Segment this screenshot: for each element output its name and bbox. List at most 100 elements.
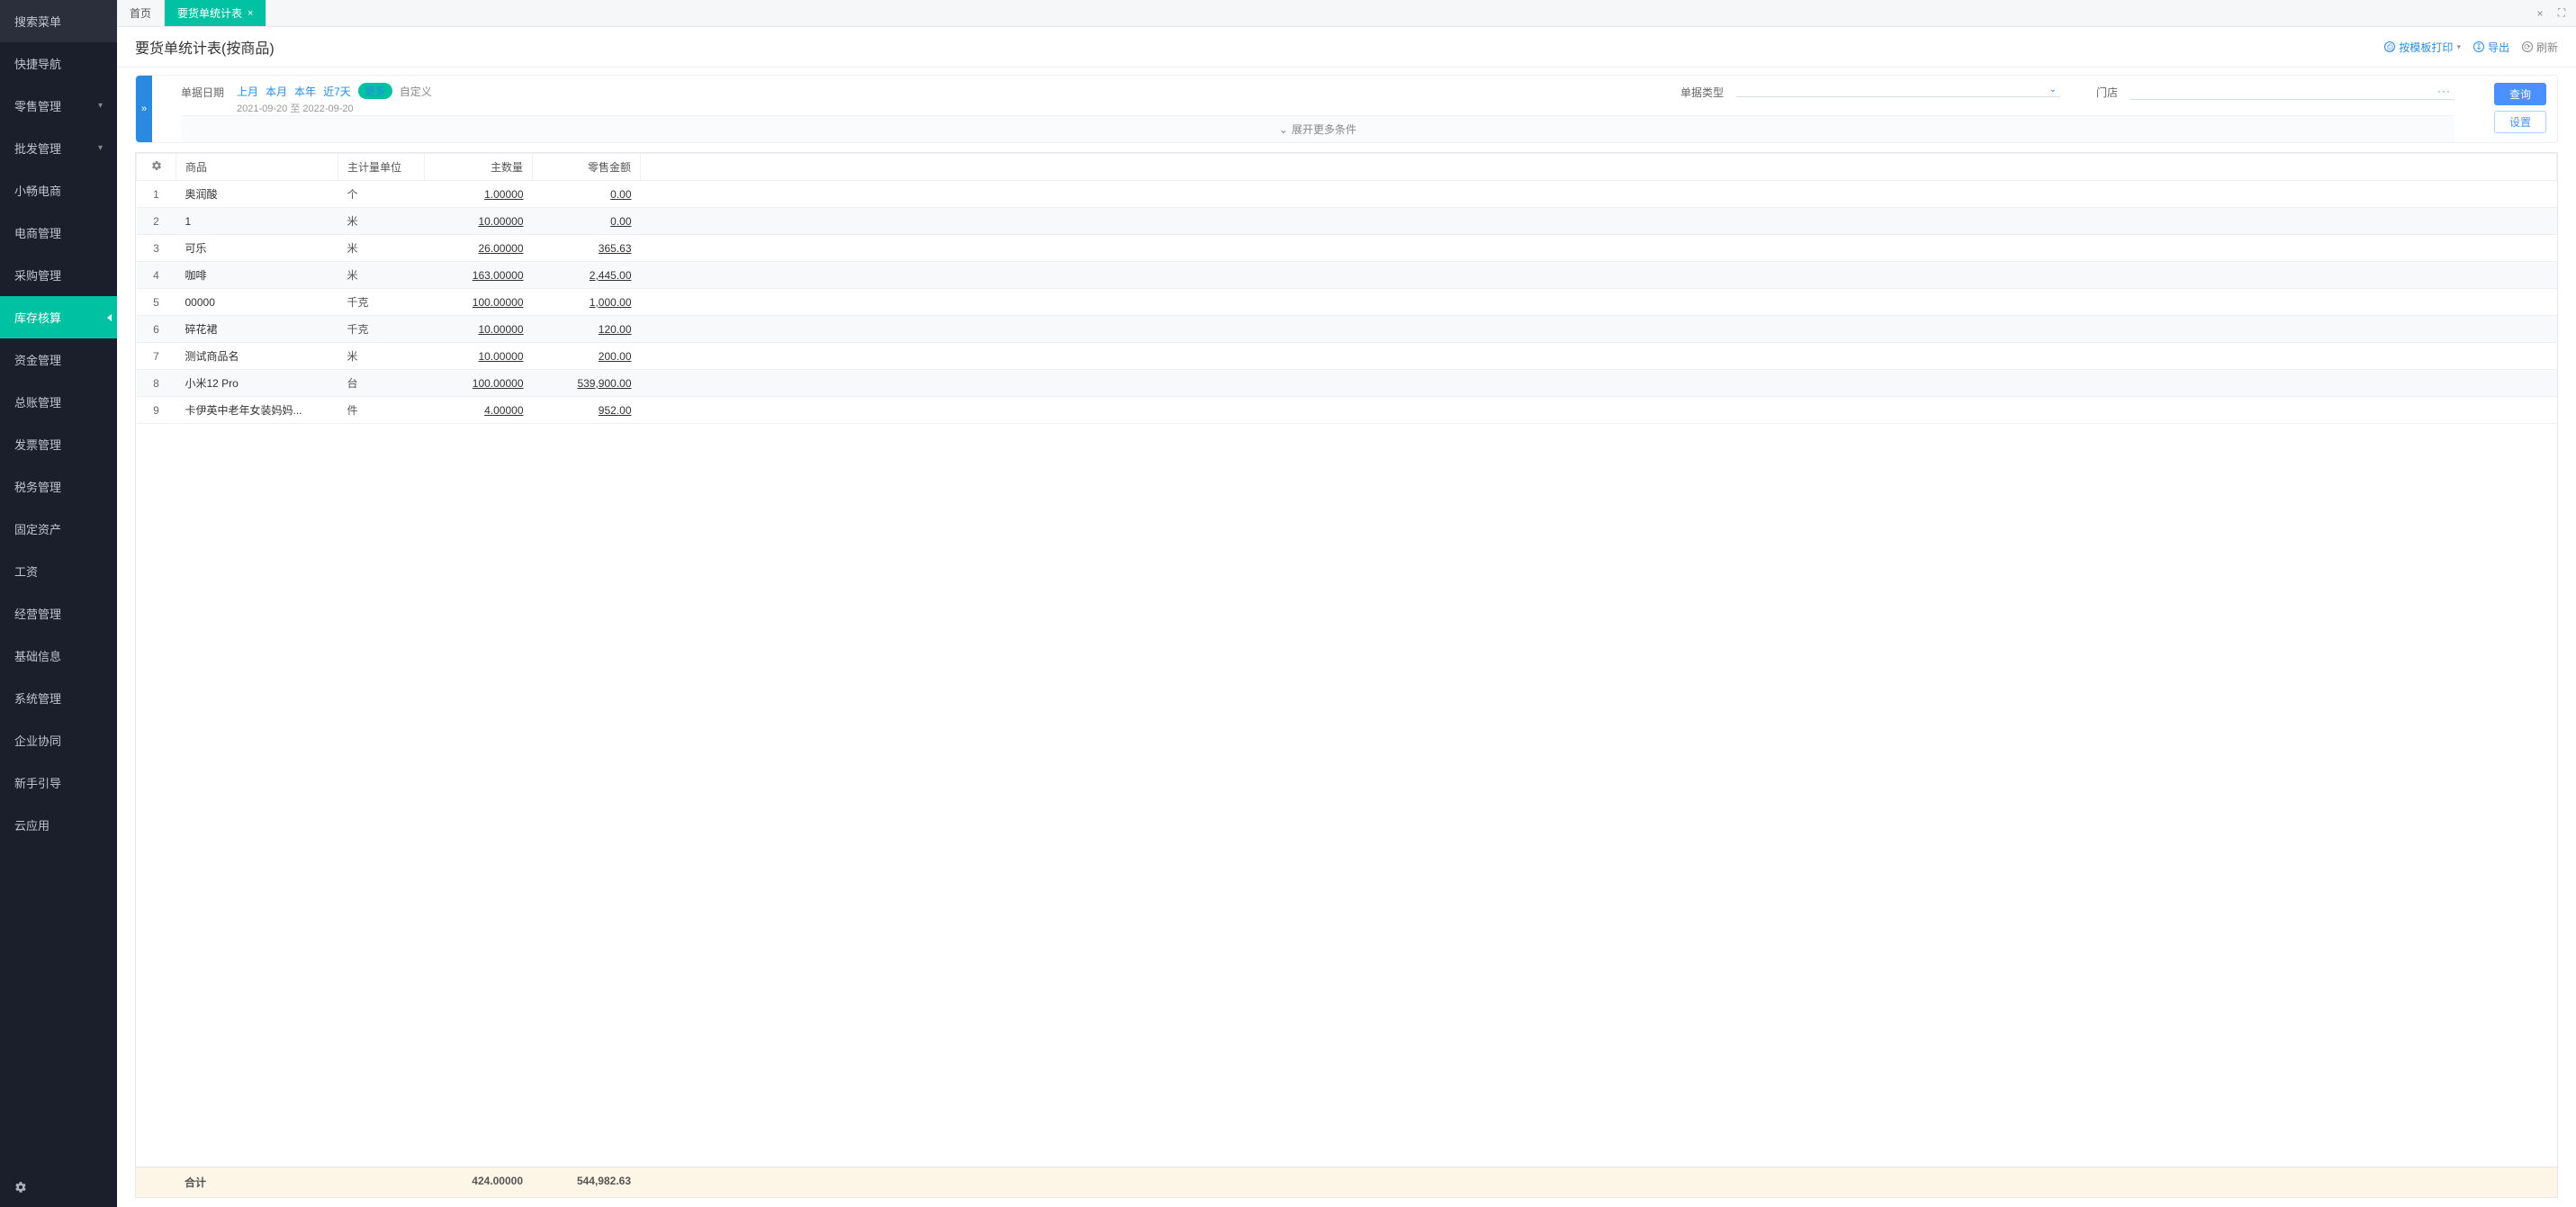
app-root: 搜索菜单快捷导航零售管理▾批发管理▾ 小畅电商电商管理采购管理库存核算资金管理总账… — [0, 0, 2576, 1207]
table-row[interactable]: 7测试商品名米10.00000200.00 — [137, 343, 2557, 370]
cell-qty[interactable]: 1.00000 — [425, 181, 533, 208]
cell-amount[interactable]: 1,000.00 — [533, 289, 641, 316]
cell-qty[interactable]: 26.00000 — [425, 235, 533, 262]
chevron-down-icon: ▾ — [98, 101, 103, 111]
sidebar-item-14[interactable]: 经营管理 — [0, 592, 117, 635]
sidebar-item-10[interactable]: 发票管理 — [0, 423, 117, 465]
sidebar-item-0[interactable]: 搜索菜单 — [0, 0, 117, 42]
export-label: 导出 — [2488, 40, 2509, 55]
sidebar-item-label: 小畅电商 — [14, 182, 61, 199]
cell-qty[interactable]: 10.00000 — [425, 208, 533, 235]
filter-type-label: 单据类型 — [1680, 83, 1724, 100]
filter-store-select[interactable]: ··· — [2130, 83, 2454, 100]
sidebar-item-label: 总账管理 — [14, 393, 61, 410]
cell-amount[interactable]: 200.00 — [533, 343, 641, 370]
tab-active[interactable]: 要货单统计表 × — [165, 0, 266, 26]
cell-product: 可乐 — [176, 235, 338, 262]
th-amount[interactable]: 零售金额 — [533, 154, 641, 181]
sidebar-item-7[interactable]: 库存核算 — [0, 296, 117, 338]
filter-type-select[interactable]: ⌄ — [1736, 83, 2060, 97]
filter-collapse-toggle[interactable]: » — [136, 76, 152, 142]
cell-amount[interactable]: 0.00 — [533, 181, 641, 208]
table-settings-header[interactable] — [137, 154, 176, 181]
sidebar-item-11[interactable]: 税务管理 — [0, 465, 117, 508]
cell-amount[interactable]: 539,900.00 — [533, 370, 641, 397]
table-wrap: 商品 主计量单位 主数量 零售金额 1奥润酸个1.000000.0021米10.… — [117, 143, 2576, 1207]
date-more-badge[interactable]: 更多 — [358, 83, 392, 99]
print-icon: ⎙ — [2384, 41, 2395, 52]
sidebar-item-15[interactable]: 基础信息 — [0, 635, 117, 677]
close-all-icon[interactable]: × — [2531, 5, 2549, 23]
close-icon[interactable]: × — [248, 8, 253, 19]
table-row[interactable]: 4咖啡米163.000002,445.00 — [137, 262, 2557, 289]
sidebar-item-19[interactable]: 云应用 — [0, 804, 117, 846]
ellipsis-icon: ··· — [2437, 85, 2451, 97]
cell-amount[interactable]: 0.00 — [533, 208, 641, 235]
totals-qty: 424.00000 — [424, 1175, 532, 1190]
sidebar-item-label: 工资 — [14, 563, 38, 580]
table-row[interactable]: 1奥润酸个1.000000.00 — [137, 181, 2557, 208]
table-row[interactable]: 500000千克100.000001,000.00 — [137, 289, 2557, 316]
table-row[interactable]: 8小米12 Pro台100.00000539,900.00 — [137, 370, 2557, 397]
th-product[interactable]: 商品 — [176, 154, 338, 181]
th-qty[interactable]: 主数量 — [425, 154, 533, 181]
settings-button[interactable]: 设置 — [2494, 111, 2546, 133]
sidebar-item-2[interactable]: 零售管理▾ — [0, 85, 117, 127]
cell-qty[interactable]: 10.00000 — [425, 343, 533, 370]
sidebar-item-9[interactable]: 总账管理 — [0, 381, 117, 423]
cell-amount[interactable]: 365.63 — [533, 235, 641, 262]
tab-home[interactable]: 首页 — [117, 0, 165, 26]
date-this-year[interactable]: 本年 — [294, 84, 316, 99]
th-unit[interactable]: 主计量单位 — [338, 154, 425, 181]
print-template-button[interactable]: ⎙ 按模板打印 ▾ — [2384, 40, 2461, 55]
export-icon: ↧ — [2473, 41, 2484, 52]
cell-qty[interactable]: 163.00000 — [425, 262, 533, 289]
sidebar-item-12[interactable]: 固定资产 — [0, 508, 117, 550]
cell-amount[interactable]: 120.00 — [533, 316, 641, 343]
row-index: 2 — [137, 208, 176, 235]
expand-more-button[interactable]: ⌄ 展开更多条件 — [181, 115, 2454, 142]
sidebar-item-6[interactable]: 采购管理 — [0, 254, 117, 296]
totals-amount: 544,982.63 — [532, 1175, 640, 1190]
table-row[interactable]: 6碎花裙千克10.00000120.00 — [137, 316, 2557, 343]
table-row[interactable]: 21米10.000000.00 — [137, 208, 2557, 235]
tab-bar: 首页 要货单统计表 × × ⛶ — [117, 0, 2576, 27]
date-this-month[interactable]: 本月 — [266, 84, 287, 99]
fullscreen-icon[interactable]: ⛶ — [2553, 5, 2571, 23]
tab-home-label: 首页 — [130, 5, 151, 21]
sidebar-item-8[interactable]: 资金管理 — [0, 338, 117, 381]
filter-bar: » 单据日期 上月 本月 本年 近7天 更多 — [135, 75, 2558, 143]
cell-qty[interactable]: 10.00000 — [425, 316, 533, 343]
sidebar-footer — [0, 1170, 117, 1207]
th-rest — [641, 154, 2557, 181]
cell-qty[interactable]: 4.00000 — [425, 397, 533, 424]
sidebar-item-17[interactable]: 企业协同 — [0, 719, 117, 761]
sidebar-item-16[interactable]: 系统管理 — [0, 677, 117, 719]
sidebar-item-5[interactable]: 电商管理 — [0, 212, 117, 254]
filter-date-label: 单据日期 — [181, 83, 224, 100]
table-row[interactable]: 9卡伊英中老年女装妈妈...件4.00000952.00 — [137, 397, 2557, 424]
sidebar-item-1[interactable]: 快捷导航 — [0, 42, 117, 85]
sidebar-item-4[interactable]: 小畅电商 — [0, 169, 117, 212]
sidebar-item-3[interactable]: 批发管理▾ — [0, 127, 117, 169]
settings-gear-icon[interactable] — [14, 1181, 27, 1193]
cell-qty[interactable]: 100.00000 — [425, 289, 533, 316]
refresh-button[interactable]: ⟳ 刷新 — [2522, 40, 2558, 55]
query-button[interactable]: 查询 — [2494, 83, 2546, 105]
cell-product: 小米12 Pro — [176, 370, 338, 397]
date-last-month[interactable]: 上月 — [237, 84, 258, 99]
sidebar-item-label: 搜索菜单 — [14, 13, 61, 30]
sidebar-item-13[interactable]: 工资 — [0, 550, 117, 592]
filter-type-group: 单据类型 ⌄ — [1680, 83, 2060, 100]
cell-qty[interactable]: 100.00000 — [425, 370, 533, 397]
sidebar-item-18[interactable]: 新手引导 — [0, 761, 117, 804]
filter-wrap: » 单据日期 上月 本月 本年 近7天 更多 — [117, 68, 2576, 143]
date-custom[interactable]: 自定义 — [400, 84, 432, 99]
export-button[interactable]: ↧ 导出 — [2473, 40, 2509, 55]
cell-amount[interactable]: 2,445.00 — [533, 262, 641, 289]
table-scroll[interactable]: 商品 主计量单位 主数量 零售金额 1奥润酸个1.000000.0021米10.… — [135, 152, 2558, 1166]
date-last7[interactable]: 近7天 — [323, 84, 351, 99]
table-row[interactable]: 3可乐米26.00000365.63 — [137, 235, 2557, 262]
row-index: 1 — [137, 181, 176, 208]
cell-amount[interactable]: 952.00 — [533, 397, 641, 424]
